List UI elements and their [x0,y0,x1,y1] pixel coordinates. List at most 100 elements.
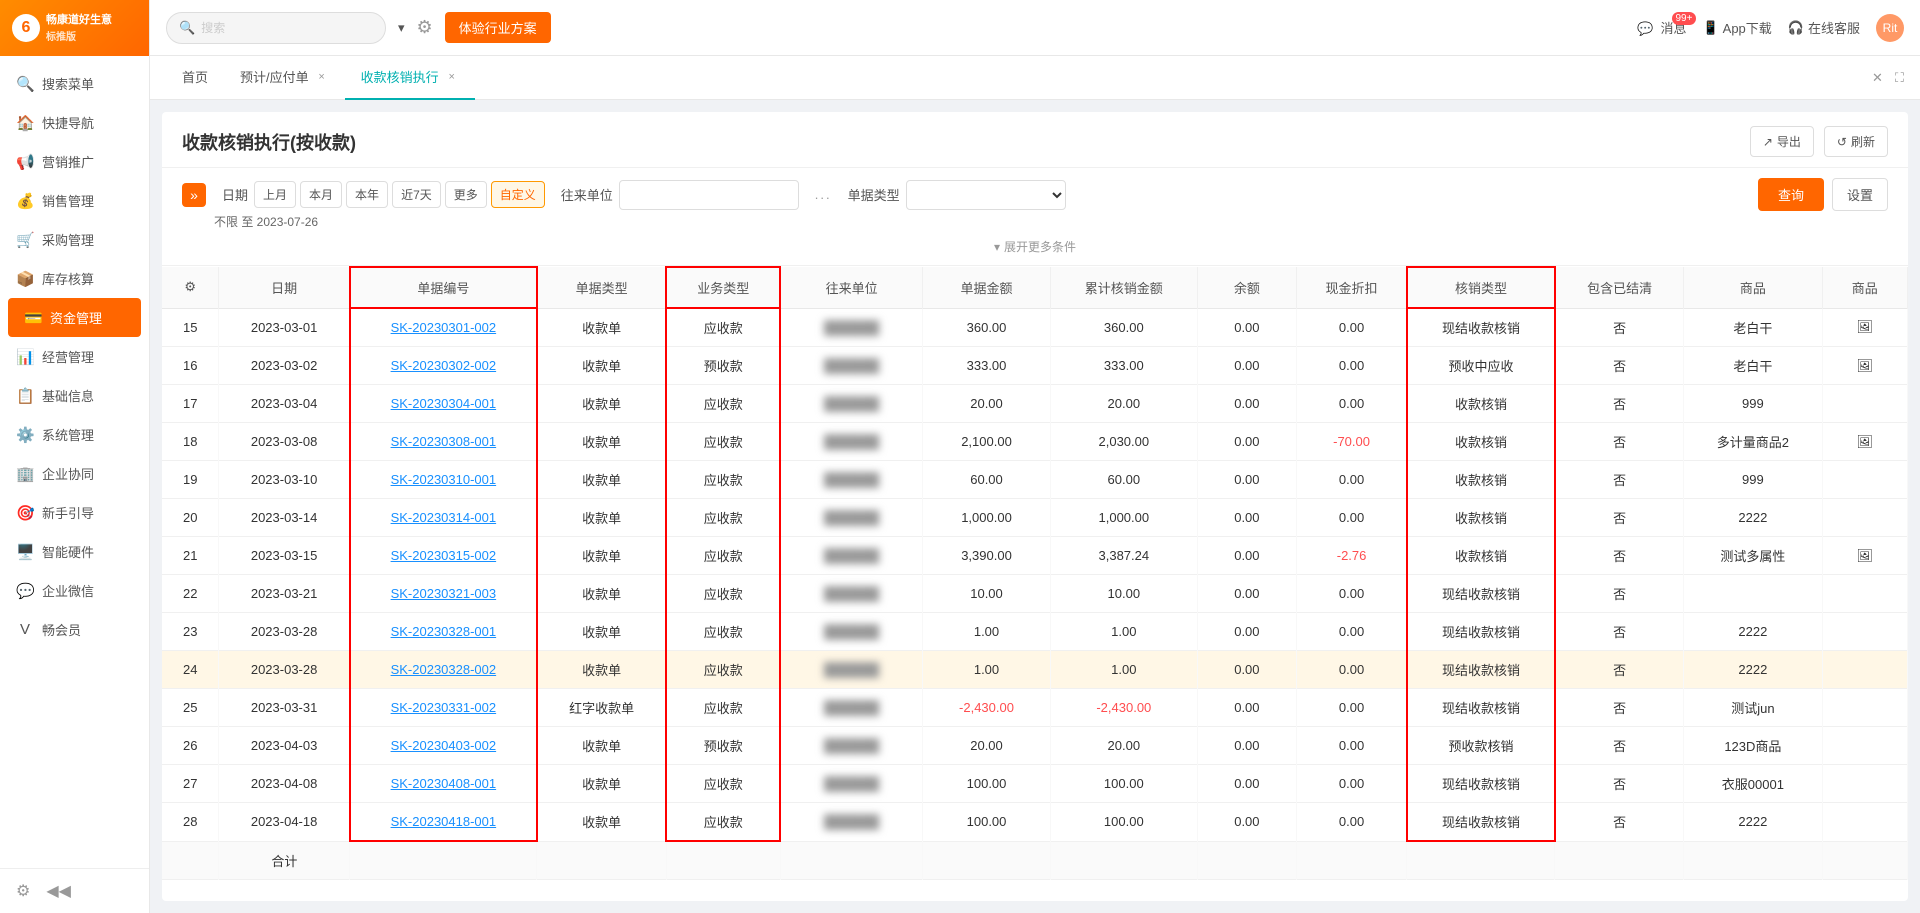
cell-billno[interactable]: SK-20230321-003 [350,575,537,613]
cell-goods: 测试jun [1684,689,1822,727]
guide-icon: 🎯 [16,504,34,522]
tab-home[interactable]: 首页 [166,56,224,100]
cell-billno[interactable]: SK-20230301-002 [350,308,537,347]
sidebar-item-basic[interactable]: 📋 基础信息 [0,376,149,415]
settings-bottom-icon[interactable]: ⚙ [16,881,30,901]
billtype-filter-select[interactable] [906,180,1066,210]
sidebar-item-marketing[interactable]: 📢 营销推广 [0,142,149,181]
tab-close-all-icon[interactable]: ✕ [1872,70,1883,86]
date-btn-lastmonth[interactable]: 上月 [254,181,296,208]
date-filter-label: 日期 [222,185,248,204]
date-btn-thisyear[interactable]: 本年 [346,181,388,208]
col-header-goods: 商品 [1684,267,1822,308]
cell-billno[interactable]: SK-20230304-001 [350,385,537,423]
sidebar-item-hardware[interactable]: 🖥️ 智能硬件 [0,532,149,571]
partner-filter-input[interactable] [619,180,799,210]
cell-billno[interactable]: SK-20230418-001 [350,803,537,842]
cell-billno[interactable]: SK-20230328-002 [350,651,537,689]
cell-goods: 2222 [1684,803,1822,842]
cell-date: 2023-03-08 [219,423,350,461]
cell-billno[interactable]: SK-20230315-002 [350,537,537,575]
headset-icon: 🎧 [1788,20,1804,36]
cell-partner: ██████ [780,423,922,461]
table-header-row: ⚙ 日期 单据编号 单据类型 业 [162,267,1908,308]
settings-filter-button[interactable]: 设置 [1832,178,1888,211]
cell-biztype: 应收款 [666,537,780,575]
cell-biztype: 应收款 [666,689,780,727]
cell-partner: ██████ [780,499,922,537]
cell-goodsimg [1822,575,1907,613]
sidebar-item-sales[interactable]: 💰 销售管理 [0,181,149,220]
cell-partner: ██████ [780,461,922,499]
cell-goodsimg [1822,765,1907,803]
tab-maximize-icon[interactable]: ⛶ [1895,70,1904,86]
cell-billno[interactable]: SK-20230314-001 [350,499,537,537]
cell-billno[interactable]: SK-20230403-002 [350,727,537,765]
sidebar-item-enterprise[interactable]: 🏢 企业协同 [0,454,149,493]
cell-partner: ██████ [780,537,922,575]
cell-cashdisc: 0.00 [1297,803,1407,842]
sidebar-item-wechat[interactable]: 💬 企业微信 [0,571,149,610]
sidebar-item-inventory[interactable]: 📦 库存核算 [0,259,149,298]
date-btn-7days[interactable]: 近7天 [392,181,441,208]
app-download-btn[interactable]: 📱 App下载 [1702,18,1771,37]
date-btn-thismonth[interactable]: 本月 [300,181,342,208]
tabbar-actions: ✕ ⛶ [1872,70,1904,86]
tab-prepay-close[interactable]: × [315,70,329,84]
date-btn-more[interactable]: 更多 [445,181,487,208]
cell-writeofftype: 现结收款核销 [1407,613,1555,651]
cell-cumamount: 333.00 [1051,347,1198,385]
refresh-button[interactable]: ↺ 刷新 [1824,126,1888,157]
sidebar-item-operations[interactable]: 📊 经营管理 [0,337,149,376]
sidebar-label-inventory: 库存核算 [42,269,94,288]
online-service-btn[interactable]: 🎧 在线客服 [1788,18,1860,37]
expand-more-button[interactable]: ▾ 展开更多条件 [994,238,1076,255]
cell-billno[interactable]: SK-20230331-002 [350,689,537,727]
cell-cashdisc: -2.76 [1297,537,1407,575]
tab-prepay[interactable]: 预计/应付单 × [224,56,345,100]
message-badge[interactable]: 💬 99+ 消息 [1637,18,1686,37]
collapse-icon[interactable]: ◀◀ [46,881,71,901]
cell-billtype: 收款单 [537,765,666,803]
cell-billno[interactable]: SK-20230308-001 [350,423,537,461]
table-wrapper[interactable]: ⚙ 日期 单据编号 单据类型 业 [162,266,1908,901]
filter-expand-button[interactable]: » [182,183,206,207]
cell-cashdisc: 0.00 [1297,727,1407,765]
cell-billno[interactable]: SK-20230408-001 [350,765,537,803]
topbar-dropdown[interactable]: ▾ [398,20,405,36]
cell-billtype: 收款单 [537,423,666,461]
sidebar-item-purchase[interactable]: 🛒 采购管理 [0,220,149,259]
sidebar-item-system[interactable]: ⚙️ 系统管理 [0,415,149,454]
topbar: 🔍 搜索 ▾ ⚙ 体验行业方案 💬 99+ 消息 📱 App下载 🎧 在线客服 … [150,0,1920,56]
sidebar-item-guide[interactable]: 🎯 新手引导 [0,493,149,532]
topbar-search[interactable]: 🔍 搜索 [166,12,386,44]
cell-billno[interactable]: SK-20230310-001 [350,461,537,499]
gear-icon-table[interactable]: ⚙ [184,279,196,294]
solution-button[interactable]: 体验行业方案 [445,12,551,43]
filter-more-row: ▾ 展开更多条件 [182,238,1888,255]
tab-writeoff[interactable]: 收款核销执行 × [345,56,475,100]
cell-cumamount: 20.00 [1051,385,1198,423]
gear-icon-topbar[interactable]: ⚙ [417,17,433,38]
cell-goodsimg: 🖼 [1822,423,1907,461]
page-inner: 收款核销执行(按收款) ↗ 导出 ↺ 刷新 » 日期 [162,112,1908,901]
cell-billno[interactable]: SK-20230302-002 [350,347,537,385]
sidebar-item-quicknav[interactable]: 🏠 快捷导航 [0,103,149,142]
export-button[interactable]: ↗ 导出 [1750,126,1814,157]
cell-writeofftype: 现结收款核销 [1407,575,1555,613]
user-avatar[interactable]: Rit [1876,14,1904,42]
sidebar-item-search[interactable]: 🔍 搜索菜单 [0,64,149,103]
sidebar-item-member[interactable]: V 畅会员 [0,610,149,649]
date-btn-custom[interactable]: 自定义 [491,181,545,208]
cell-cashdisc: 0.00 [1297,765,1407,803]
cell-billno[interactable]: SK-20230328-001 [350,613,537,651]
tab-writeoff-close[interactable]: × [445,70,459,84]
cell-num: 19 [162,461,219,499]
cell-goodsimg [1822,613,1907,651]
search-icon: 🔍 [16,75,34,93]
cell-balance: 0.00 [1197,385,1297,423]
col-header-num: ⚙ [162,267,219,308]
cell-cashdisc: -70.00 [1297,423,1407,461]
query-button[interactable]: 查询 [1758,178,1824,211]
sidebar-item-finance[interactable]: 💳 资金管理 [8,298,141,337]
